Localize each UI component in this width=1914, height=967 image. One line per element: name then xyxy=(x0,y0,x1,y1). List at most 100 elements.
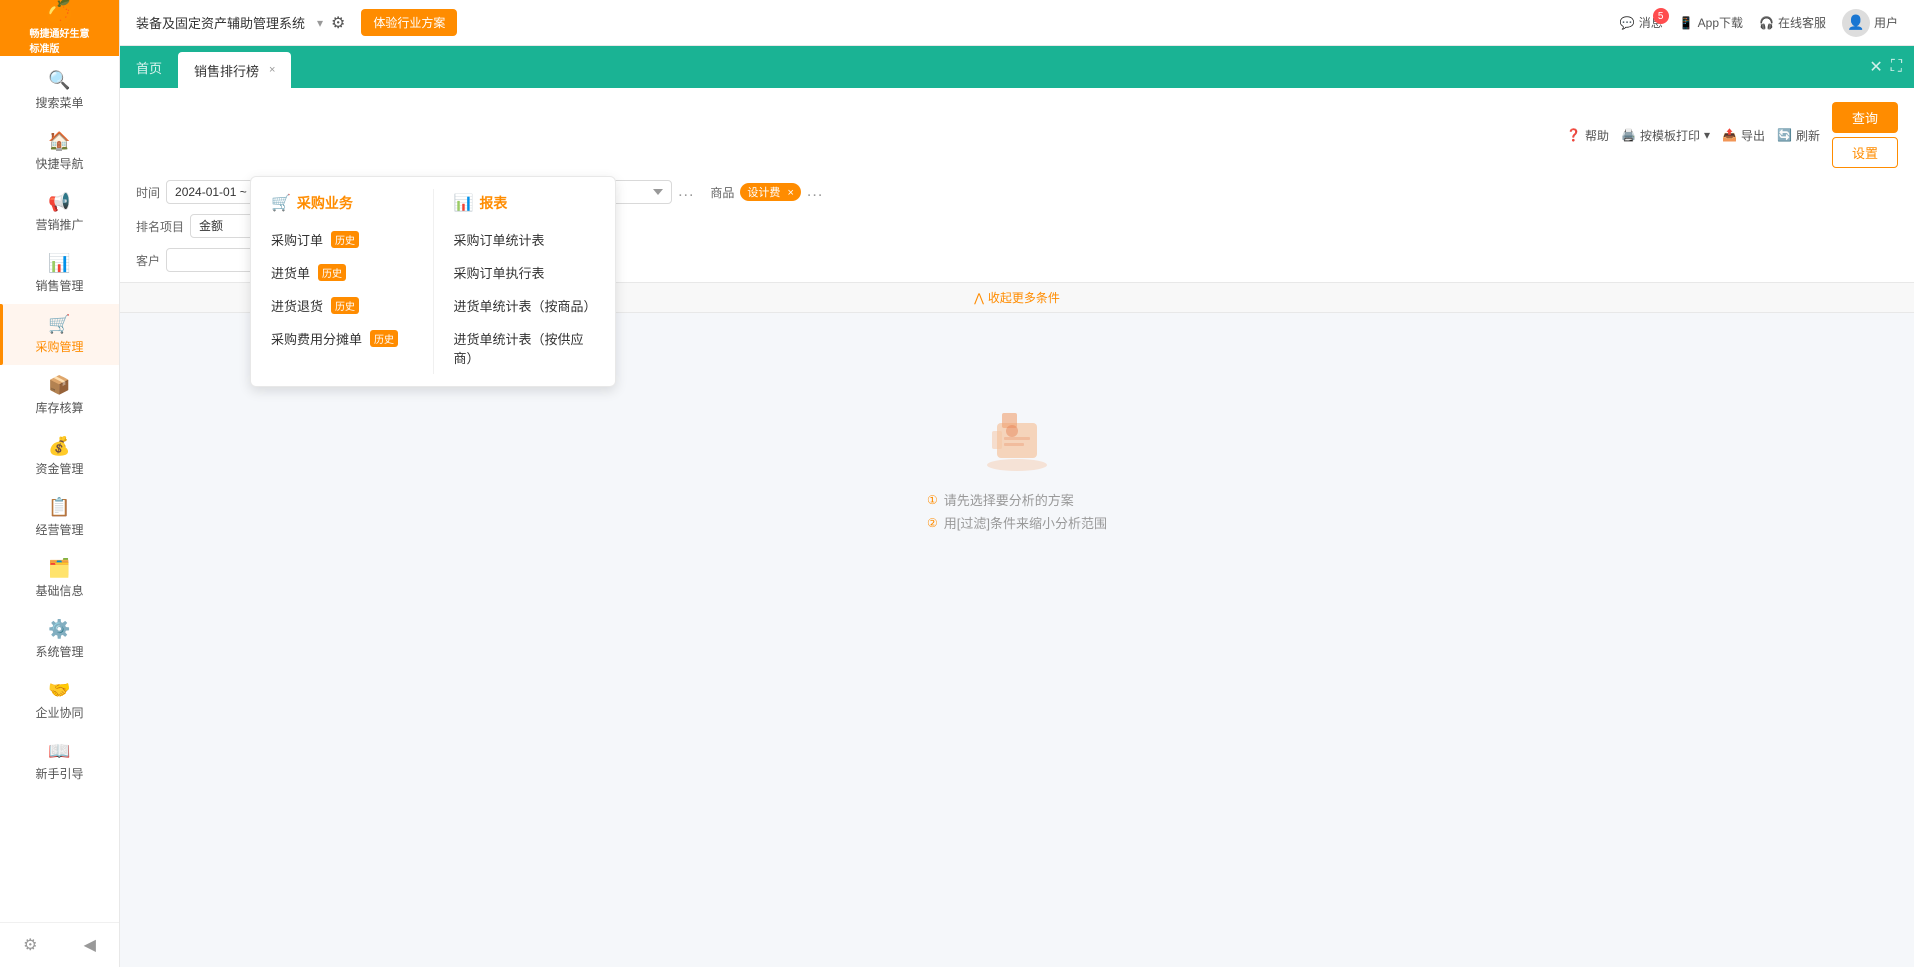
menu-item-order-stat[interactable]: 采购订单统计表 xyxy=(446,223,604,256)
refresh-icon: 🔄 xyxy=(1777,128,1792,142)
history-tag-0: 历史 xyxy=(331,231,359,248)
online-service-action[interactable]: 🎧 在线客服 xyxy=(1759,14,1826,31)
menu-item-purchase-order[interactable]: 采购订单 历史 xyxy=(263,223,421,256)
message-icon: 💬 xyxy=(1620,16,1635,30)
doc-status-dots[interactable]: ... xyxy=(678,183,694,201)
tab-close-icon[interactable]: ✕ xyxy=(1869,57,1882,77)
sidebar-item-operations[interactable]: 📋 经营管理 xyxy=(0,487,119,548)
system-icon: ⚙️ xyxy=(48,619,70,640)
headset-icon: 🎧 xyxy=(1759,16,1774,30)
message-badge: 5 xyxy=(1653,8,1669,24)
empty-tip-item-2: ② 用[过滤]条件来缩小分析范围 xyxy=(927,512,1107,535)
sidebar-item-marketing[interactable]: 📢 营销推广 xyxy=(0,182,119,243)
sidebar-item-purchase[interactable]: 🛒 采购管理 xyxy=(0,304,119,365)
empty-illustration xyxy=(967,393,1067,473)
goods-tag-close[interactable]: × xyxy=(787,187,793,199)
sidebar-item-finance[interactable]: 💰 资金管理 xyxy=(0,426,119,487)
help-button[interactable]: ❓ 帮助 xyxy=(1566,127,1609,144)
refresh-button[interactable]: 🔄 刷新 xyxy=(1777,127,1820,144)
empty-tip-item-1: ① 请先选择要分析的方案 xyxy=(927,489,1107,512)
logo-text: 畅捷通好生意 标准版 xyxy=(30,25,90,55)
print-dropdown-arrow[interactable]: ▾ xyxy=(1704,128,1710,142)
header-settings-icon[interactable]: ⚙ xyxy=(331,13,345,33)
menu-item-order-exec[interactable]: 采购订单执行表 xyxy=(446,256,604,289)
sidebar-settings-button[interactable]: ⚙ xyxy=(23,935,37,955)
finance-icon: 💰 xyxy=(48,436,70,457)
history-tag-1: 历史 xyxy=(318,264,346,281)
print-button[interactable]: 🖨️ 按模板打印 ▾ xyxy=(1621,127,1710,144)
industry-btn[interactable]: 体验行业方案 xyxy=(361,9,457,36)
dropdown-menu: 🛒 采购业务 采购订单 历史 进货单 历史 进货退货 历史 采购费用分摊单 xyxy=(250,176,616,387)
collapse-arrow-icon: ⋀ xyxy=(974,291,984,305)
sidebar-logo: 🍊 畅捷通好生意 标准版 xyxy=(0,0,119,56)
guide-icon: 📖 xyxy=(48,741,70,762)
menu-item-goods-receipt[interactable]: 进货单 历史 xyxy=(263,256,421,289)
purchase-menu-col: 🛒 采购业务 采购订单 历史 进货单 历史 进货退货 历史 采购费用分摊单 xyxy=(251,189,433,374)
sidebar: 🍊 畅捷通好生意 标准版 🔍 搜索菜单 🏠 快捷导航 📢 营销推广 📊 销售管理… xyxy=(0,0,120,967)
goods-dots[interactable]: ... xyxy=(807,183,823,201)
goods-label: 商品 xyxy=(710,184,734,201)
system-title[interactable]: 装备及固定资产辅助管理系统 xyxy=(136,13,305,32)
menu-item-purchase-expense[interactable]: 采购费用分摊单 历史 xyxy=(263,322,421,355)
sidebar-nav: 🔍 搜索菜单 🏠 快捷导航 📢 营销推广 📊 销售管理 🛒 采购管理 📦 库存核… xyxy=(0,56,119,922)
message-action[interactable]: 💬 消息 5 xyxy=(1620,14,1663,31)
tip-num-1: ① xyxy=(927,490,938,512)
purchase-col-title: 🛒 采购业务 xyxy=(263,189,421,223)
menu-item-receipt-by-goods[interactable]: 进货单统计表（按商品） xyxy=(446,289,604,322)
print-icon: 🖨️ xyxy=(1621,128,1636,142)
tab-home[interactable]: 首页 xyxy=(120,46,178,88)
export-button[interactable]: 📤 导出 xyxy=(1722,127,1765,144)
customer-label: 客户 xyxy=(136,252,160,269)
inventory-icon: 📦 xyxy=(48,375,70,396)
search-icon: 🔍 xyxy=(48,70,70,91)
header-actions: 💬 消息 5 📱 App下载 🎧 在线客服 👤 用户 xyxy=(1620,9,1898,37)
tab-sales-rank[interactable]: 销售排行榜 × xyxy=(178,52,291,88)
report-col-icon: 📊 xyxy=(454,193,474,213)
tab-bar-right: ✕ ⛶ xyxy=(1869,46,1914,88)
filter-toolbar: ❓ 帮助 🖨️ 按模板打印 ▾ 📤 导出 🔄 刷新 查询 xyxy=(136,102,1898,168)
phone-icon: 📱 xyxy=(1679,16,1694,30)
sidebar-item-inventory[interactable]: 📦 库存核算 xyxy=(0,365,119,426)
purchase-icon: 🛒 xyxy=(48,314,70,335)
sidebar-item-coop[interactable]: 🤝 企业协同 xyxy=(0,670,119,731)
settings-button[interactable]: 设置 xyxy=(1832,137,1898,168)
goods-filter: 商品 设计费 × ... xyxy=(710,183,823,201)
menu-item-goods-return[interactable]: 进货退货 历史 xyxy=(263,289,421,322)
query-button[interactable]: 查询 xyxy=(1832,102,1898,133)
tab-maximize-icon[interactable]: ⛶ xyxy=(1891,58,1902,76)
goods-tag[interactable]: 设计费 × xyxy=(740,183,801,201)
sidebar-footer: ⚙ ◀ xyxy=(0,922,119,967)
purchase-col-icon: 🛒 xyxy=(271,193,291,213)
export-icon: 📤 xyxy=(1722,128,1737,142)
sidebar-item-guide[interactable]: 📖 新手引导 xyxy=(0,731,119,792)
report-col-title: 📊 报表 xyxy=(446,189,604,223)
sidebar-item-quick[interactable]: 🏠 快捷导航 xyxy=(0,121,119,182)
system-dropdown-arrow[interactable]: ▾ xyxy=(317,16,323,30)
sales-icon: 📊 xyxy=(48,253,70,274)
menu-item-receipt-by-supplier[interactable]: 进货单统计表（按供应商） xyxy=(446,322,604,374)
app-download-action[interactable]: 📱 App下载 xyxy=(1679,14,1743,31)
report-menu-col: 📊 报表 采购订单统计表 采购订单执行表 进货单统计表（按商品） 进货单统计表（… xyxy=(433,189,616,374)
user-action[interactable]: 👤 用户 xyxy=(1842,9,1898,37)
date-label: 时间 xyxy=(136,184,160,201)
sidebar-item-search[interactable]: 🔍 搜索菜单 xyxy=(0,60,119,121)
coop-icon: 🤝 xyxy=(48,680,70,701)
sidebar-item-basic[interactable]: 🗂️ 基础信息 xyxy=(0,548,119,609)
sidebar-item-sales[interactable]: 📊 销售管理 xyxy=(0,243,119,304)
operations-icon: 📋 xyxy=(48,497,70,518)
help-icon: ❓ xyxy=(1566,128,1581,142)
tab-bar: 首页 销售排行榜 × ✕ ⛶ xyxy=(120,46,1914,88)
history-tag-2: 历史 xyxy=(331,297,359,314)
top-header: 装备及固定资产辅助管理系统 ▾ ⚙ 体验行业方案 💬 消息 5 📱 App下载 … xyxy=(120,0,1914,46)
content-area: ❓ 帮助 🖨️ 按模板打印 ▾ 📤 导出 🔄 刷新 查询 xyxy=(120,88,1914,967)
marketing-icon: 📢 xyxy=(48,192,70,213)
empty-tip: ① 请先选择要分析的方案 ② 用[过滤]条件来缩小分析范围 xyxy=(927,489,1107,536)
sidebar-item-system[interactable]: ⚙️ 系统管理 xyxy=(0,609,119,670)
tab-close-button[interactable]: × xyxy=(269,64,275,76)
home-icon: 🏠 xyxy=(48,131,70,152)
main-area: 装备及固定资产辅助管理系统 ▾ ⚙ 体验行业方案 💬 消息 5 📱 App下载 … xyxy=(120,0,1914,967)
sidebar-collapse-button[interactable]: ◀ xyxy=(84,935,96,955)
logo-icon: 🍊 xyxy=(46,1,73,23)
avatar: 👤 xyxy=(1842,9,1870,37)
history-tag-3: 历史 xyxy=(370,330,398,347)
